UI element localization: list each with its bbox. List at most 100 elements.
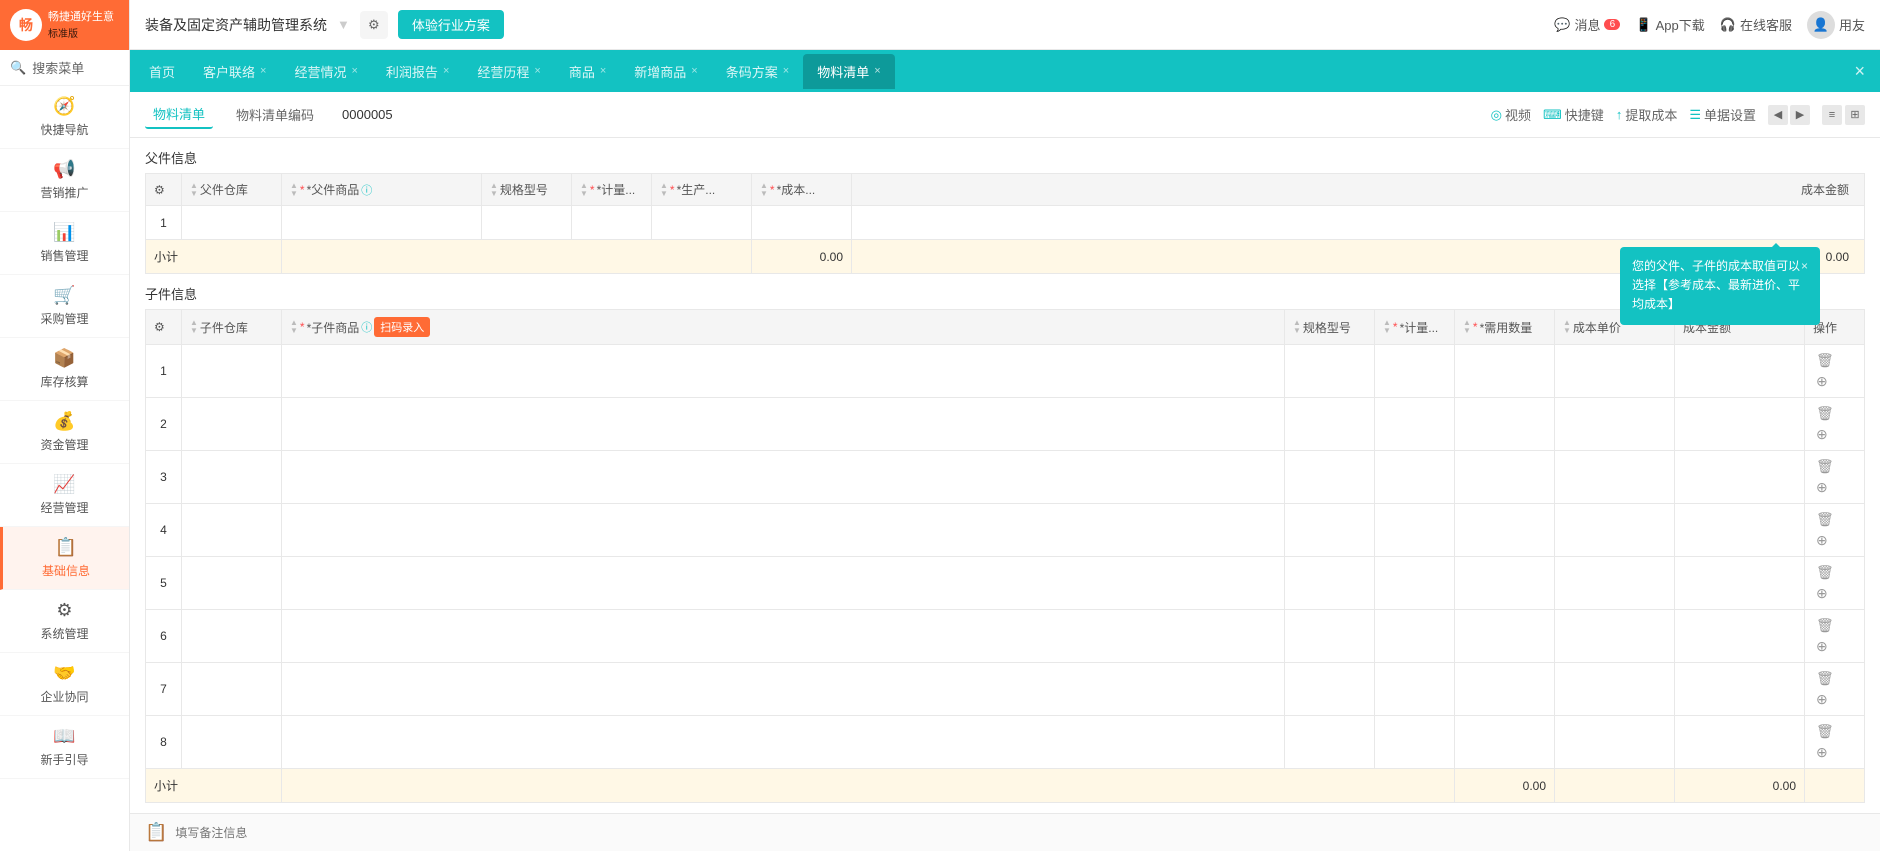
child-product-cell[interactable] [282, 610, 1285, 663]
tab-history[interactable]: 经营历程 × [463, 54, 554, 89]
memo-input[interactable] [175, 826, 1865, 840]
child-warehouse-cell[interactable] [182, 557, 282, 610]
tooltip-close-button[interactable]: × [1801, 257, 1808, 276]
sidebar-item-finance[interactable]: 💰 资金管理 [0, 401, 129, 464]
child-product-cell[interactable] [282, 716, 1285, 769]
tab-goods[interactable]: 商品 × [555, 54, 620, 89]
child-price-cell[interactable] [1555, 451, 1675, 504]
child-spec-cell[interactable] [1285, 504, 1375, 557]
tab-barcode[interactable]: 条码方案 × [712, 54, 803, 89]
breadcrumb-bom[interactable]: 物料清单 [145, 100, 213, 129]
sidebar-item-marketing[interactable]: 📢 营销推广 [0, 149, 129, 212]
close-icon[interactable]: × [443, 65, 449, 77]
tab-new-goods[interactable]: 新增商品 × [620, 54, 711, 89]
child-spec-cell[interactable] [1285, 398, 1375, 451]
copy-button[interactable]: ⊕ [1813, 583, 1831, 604]
delete-button[interactable]: 🗑 [1813, 562, 1837, 583]
prev-arrow[interactable]: ◀ [1768, 105, 1788, 125]
close-icon[interactable]: × [874, 65, 880, 77]
list-view-button[interactable]: ≡ [1822, 105, 1842, 125]
copy-button[interactable]: ⊕ [1813, 636, 1831, 657]
child-qty-cell[interactable] [1455, 451, 1555, 504]
child-price-cell[interactable] [1555, 557, 1675, 610]
sidebar-item-basic-info[interactable]: 📋 基础信息 [0, 527, 129, 590]
child-unit-cell[interactable] [1375, 716, 1455, 769]
sort-arrows[interactable]: ▲▼ [290, 182, 298, 198]
sidebar-item-system[interactable]: ⚙ 系统管理 [0, 590, 129, 653]
child-price-cell[interactable] [1555, 345, 1675, 398]
child-spec-cell[interactable] [1285, 610, 1375, 663]
parent-cost-cell[interactable] [752, 206, 852, 240]
parent-spec-cell[interactable] [482, 206, 572, 240]
sidebar-search[interactable]: 🔍 搜索菜单 [0, 50, 129, 86]
child-qty-cell[interactable] [1455, 557, 1555, 610]
delete-button[interactable]: 🗑 [1813, 350, 1837, 371]
copy-button[interactable]: ⊕ [1813, 477, 1831, 498]
tab-home[interactable]: 首页 [135, 54, 189, 89]
close-all-tabs[interactable]: × [1844, 61, 1875, 82]
sidebar-item-sales[interactable]: 📊 销售管理 [0, 212, 129, 275]
delete-button[interactable]: 🗑 [1813, 668, 1837, 689]
child-spec-cell[interactable] [1285, 716, 1375, 769]
app-download-button[interactable]: 📱 App下载 [1635, 15, 1704, 34]
child-price-cell[interactable] [1555, 398, 1675, 451]
child-warehouse-cell[interactable] [182, 398, 282, 451]
child-price-cell[interactable] [1555, 504, 1675, 557]
copy-button[interactable]: ⊕ [1813, 530, 1831, 551]
child-unit-cell[interactable] [1375, 398, 1455, 451]
copy-button[interactable]: ⊕ [1813, 424, 1831, 445]
child-price-cell[interactable] [1555, 716, 1675, 769]
delete-button[interactable]: 🗑 [1813, 721, 1837, 742]
sidebar-item-operations[interactable]: 📈 经营管理 [0, 464, 129, 527]
child-product-cell[interactable] [282, 451, 1285, 504]
parent-product-cell[interactable] [282, 206, 482, 240]
child-product-cell[interactable] [282, 663, 1285, 716]
sidebar-item-purchase[interactable]: 🛒 采购管理 [0, 275, 129, 338]
child-unit-cell[interactable] [1375, 557, 1455, 610]
child-spec-cell[interactable] [1285, 451, 1375, 504]
child-qty-cell[interactable] [1455, 663, 1555, 716]
user-menu[interactable]: 👤 用友 [1807, 11, 1865, 39]
sort-arrows[interactable]: ▲▼ [1463, 319, 1471, 335]
message-button[interactable]: 💬 消息 6 [1554, 15, 1620, 34]
sort-arrows[interactable]: ▲▼ [1563, 319, 1571, 335]
tab-customer[interactable]: 客户联络 × [189, 54, 280, 89]
tab-operations[interactable]: 经营情况 × [280, 54, 371, 89]
sidebar-item-enterprise[interactable]: 🤝 企业协同 [0, 653, 129, 716]
close-icon[interactable]: × [534, 65, 540, 77]
child-warehouse-cell[interactable] [182, 451, 282, 504]
child-product-cell[interactable] [282, 345, 1285, 398]
doc-settings-button[interactable]: ☰ 单据设置 [1689, 105, 1756, 124]
child-price-cell[interactable] [1555, 663, 1675, 716]
child-spec-cell[interactable] [1285, 557, 1375, 610]
online-service-button[interactable]: 🎧 在线客服 [1720, 15, 1792, 34]
parent-unit-cell[interactable] [572, 206, 652, 240]
close-icon[interactable]: × [783, 65, 789, 77]
delete-button[interactable]: 🗑 [1813, 615, 1837, 636]
copy-button[interactable]: ⊕ [1813, 371, 1831, 392]
info-icon[interactable]: ⓘ [361, 182, 372, 198]
copy-button[interactable]: ⊕ [1813, 689, 1831, 710]
scan-badge[interactable]: 扫码录入 [374, 317, 430, 337]
child-qty-cell[interactable] [1455, 345, 1555, 398]
child-warehouse-cell[interactable] [182, 504, 282, 557]
tab-bom[interactable]: 物料清单 × [803, 54, 894, 89]
sort-arrows[interactable]: ▲▼ [1293, 319, 1301, 335]
child-unit-cell[interactable] [1375, 663, 1455, 716]
child-warehouse-cell[interactable] [182, 610, 282, 663]
child-unit-cell[interactable] [1375, 345, 1455, 398]
close-icon[interactable]: × [260, 65, 266, 77]
child-warehouse-cell[interactable] [182, 716, 282, 769]
child-qty-cell[interactable] [1455, 398, 1555, 451]
child-price-cell[interactable] [1555, 610, 1675, 663]
child-qty-cell[interactable] [1455, 504, 1555, 557]
child-unit-cell[interactable] [1375, 451, 1455, 504]
shortcut-button[interactable]: ⌨ 快捷键 [1543, 105, 1604, 124]
parent-production-cell[interactable] [652, 206, 752, 240]
tab-profit[interactable]: 利润报告 × [372, 54, 463, 89]
trial-button[interactable]: 体验行业方案 [398, 10, 504, 39]
info-icon[interactable]: ⓘ [361, 319, 372, 335]
child-qty-cell[interactable] [1455, 716, 1555, 769]
child-spec-cell[interactable] [1285, 663, 1375, 716]
child-warehouse-cell[interactable] [182, 663, 282, 716]
